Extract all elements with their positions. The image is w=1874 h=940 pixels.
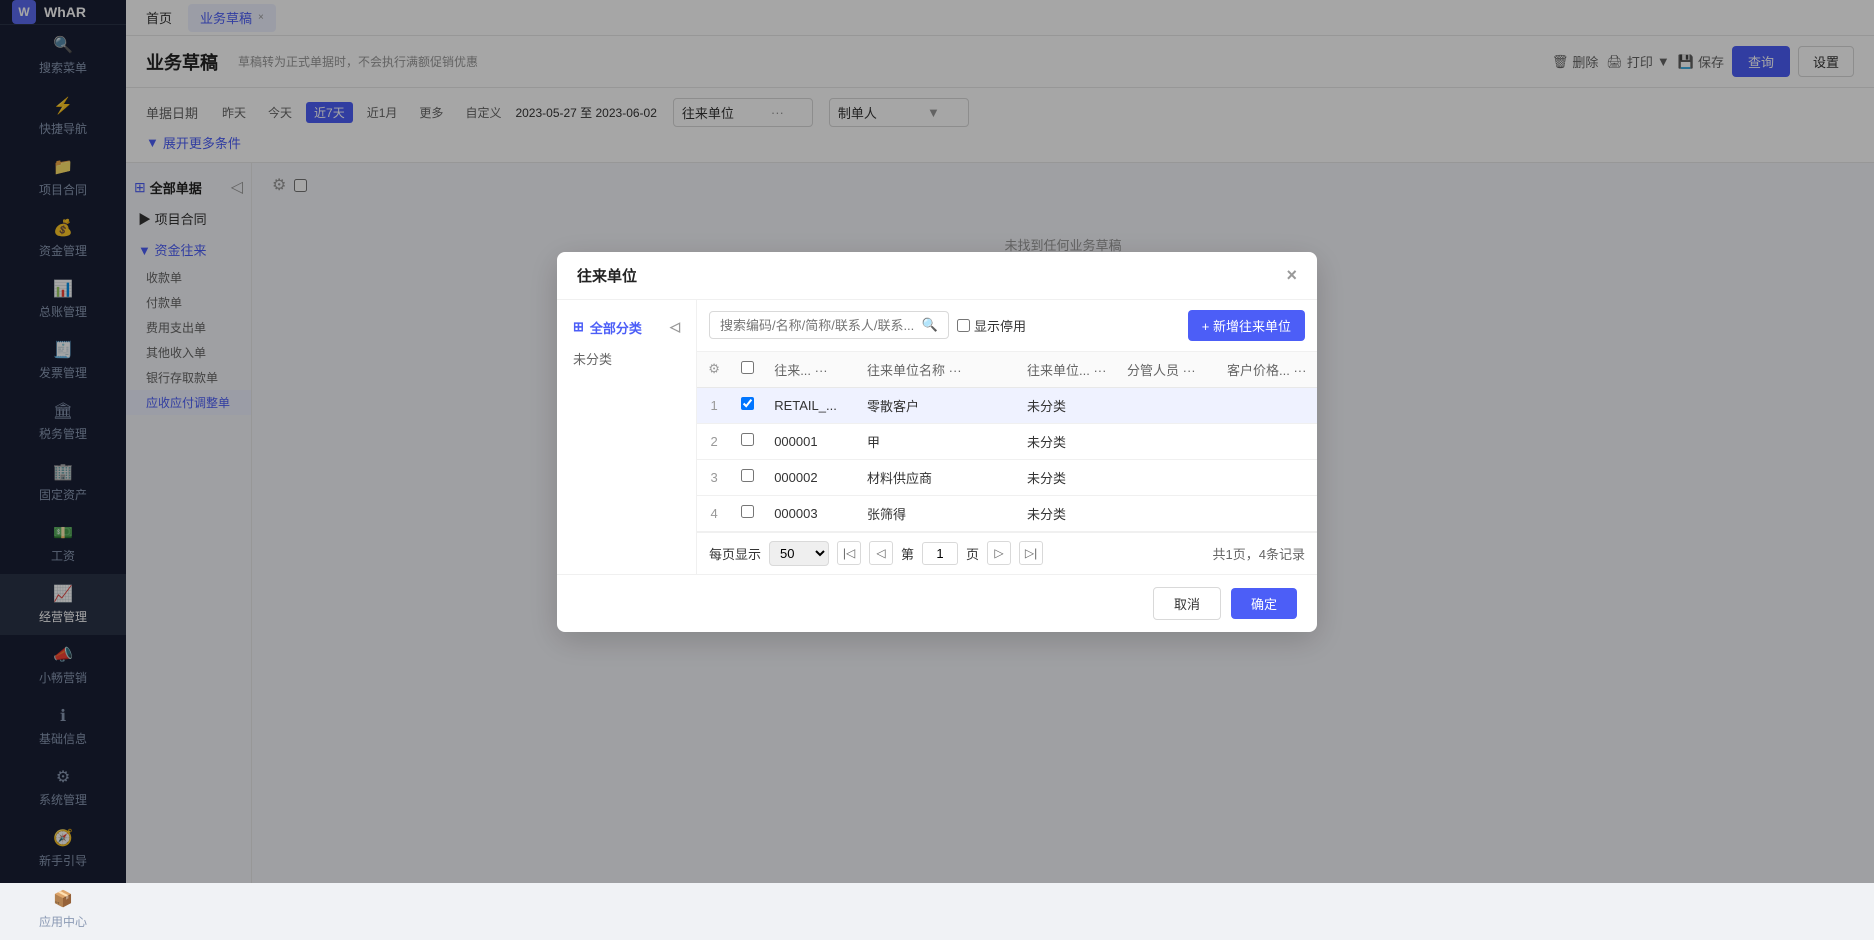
table-row[interactable]: 1 RETAIL_... 零散客户 未分类 <box>697 387 1317 423</box>
col-settings: ⚙ <box>697 352 731 388</box>
row-1-checkbox[interactable] <box>741 397 754 410</box>
row-2-manager <box>1117 423 1217 459</box>
row-checkbox-cell <box>731 459 764 495</box>
col-name-header[interactable]: 往来单位名称 ··· <box>857 352 1017 388</box>
row-index: 3 <box>697 459 731 495</box>
modal-body: ⊞ 全部分类 ◁ 未分类 🔍 显示停用 <box>557 300 1317 574</box>
modal-category-sidebar: ⊞ 全部分类 ◁ 未分类 <box>557 300 697 574</box>
row-checkbox-cell <box>731 495 764 531</box>
all-categories-label: 全部分类 <box>590 318 642 337</box>
row-4-cat: 未分类 <box>1017 495 1117 531</box>
grid-icon-modal: ⊞ <box>573 319 584 335</box>
row-index: 1 <box>697 387 731 423</box>
modal-close-button[interactable]: × <box>1286 266 1297 284</box>
row-1-code: RETAIL_... <box>764 387 857 423</box>
modal-toolbar: 🔍 显示停用 + 新增往来单位 <box>697 300 1317 352</box>
row-3-cat: 未分类 <box>1017 459 1117 495</box>
modal-content-panel: 🔍 显示停用 + 新增往来单位 ⚙ <box>697 300 1317 574</box>
add-partner-button[interactable]: + 新增往来单位 <box>1188 310 1305 341</box>
modal-category-unclassified[interactable]: 未分类 <box>557 343 696 374</box>
page-suffix: 页 <box>966 544 979 563</box>
table-row[interactable]: 4 000003 张筛得 未分类 <box>697 495 1317 531</box>
row-3-name: 材料供应商 <box>857 459 1017 495</box>
col-person-header[interactable]: 分管人员 ··· <box>1117 352 1217 388</box>
modal-table: ⚙ 往来... ··· 往来单位名称 ··· 往来单位... ··· <box>697 352 1317 532</box>
sidebar-item-label: 应用中心 <box>39 913 87 930</box>
col-checkbox <box>731 352 764 388</box>
row-1-manager <box>1117 387 1217 423</box>
app-center-icon: 📦 <box>53 889 73 909</box>
modal-pagination: 每页显示 50 100 |◁ ◁ 第 页 ▷ ▷| 共1页，4条记录 <box>697 532 1317 574</box>
row-2-checkbox[interactable] <box>741 433 754 446</box>
row-1-name: 零散客户 <box>857 387 1017 423</box>
modal-sidebar-header[interactable]: ⊞ 全部分类 ◁ <box>557 312 696 343</box>
page-input[interactable] <box>922 542 958 565</box>
partner-modal: 往来单位 × ⊞ 全部分类 ◁ 未分类 <box>557 252 1317 632</box>
table-select-all[interactable] <box>741 361 754 374</box>
show-inactive-checkbox[interactable] <box>957 319 970 332</box>
sidebar-collapse-icon[interactable]: ◁ <box>670 319 680 335</box>
show-inactive-wrap: 显示停用 <box>957 316 1026 335</box>
row-checkbox-cell <box>731 387 764 423</box>
row-1-price <box>1217 387 1317 423</box>
row-2-code: 000001 <box>764 423 857 459</box>
partner-search-box: 🔍 <box>709 311 949 339</box>
modal-header: 往来单位 × <box>557 252 1317 300</box>
page-last-button[interactable]: ▷| <box>1019 541 1043 565</box>
row-checkbox-cell <box>731 423 764 459</box>
page-first-button[interactable]: |◁ <box>837 541 861 565</box>
modal-footer: 取消 确定 <box>557 574 1317 632</box>
col-code-header[interactable]: 往来... ··· <box>764 352 857 388</box>
row-4-name: 张筛得 <box>857 495 1017 531</box>
per-page-select[interactable]: 50 100 <box>769 541 829 566</box>
col-cat-header[interactable]: 往来单位... ··· <box>1017 352 1117 388</box>
table-row[interactable]: 2 000001 甲 未分类 <box>697 423 1317 459</box>
page-prev-button[interactable]: ◁ <box>869 541 893 565</box>
table-header-row: ⚙ 往来... ··· 往来单位名称 ··· 往来单位... ··· <box>697 352 1317 388</box>
per-page-label: 每页显示 <box>709 544 761 563</box>
row-1-cat: 未分类 <box>1017 387 1117 423</box>
modal-backdrop[interactable]: 往来单位 × ⊞ 全部分类 ◁ 未分类 <box>0 0 1874 883</box>
partner-search-input[interactable] <box>720 318 916 333</box>
row-4-checkbox[interactable] <box>741 505 754 518</box>
row-2-cat: 未分类 <box>1017 423 1117 459</box>
page-next-button[interactable]: ▷ <box>987 541 1011 565</box>
row-2-price <box>1217 423 1317 459</box>
row-4-manager <box>1117 495 1217 531</box>
row-3-manager <box>1117 459 1217 495</box>
row-4-price <box>1217 495 1317 531</box>
row-3-code: 000002 <box>764 459 857 495</box>
confirm-button[interactable]: 确定 <box>1231 588 1297 619</box>
sidebar-item-app-center[interactable]: 📦 应用中心 <box>0 879 126 940</box>
modal-title: 往来单位 <box>577 265 637 286</box>
row-3-checkbox[interactable] <box>741 469 754 482</box>
page-label: 第 <box>901 544 914 563</box>
row-index: 4 <box>697 495 731 531</box>
page-total: 共1页，4条记录 <box>1213 544 1305 563</box>
col-price-header[interactable]: 客户价格... ··· <box>1217 352 1317 388</box>
row-index: 2 <box>697 423 731 459</box>
show-inactive-label: 显示停用 <box>974 316 1026 335</box>
row-4-code: 000003 <box>764 495 857 531</box>
search-icon: 🔍 <box>922 317 938 333</box>
row-3-price <box>1217 459 1317 495</box>
row-2-name: 甲 <box>857 423 1017 459</box>
cancel-button[interactable]: 取消 <box>1153 587 1221 620</box>
table-row[interactable]: 3 000002 材料供应商 未分类 <box>697 459 1317 495</box>
